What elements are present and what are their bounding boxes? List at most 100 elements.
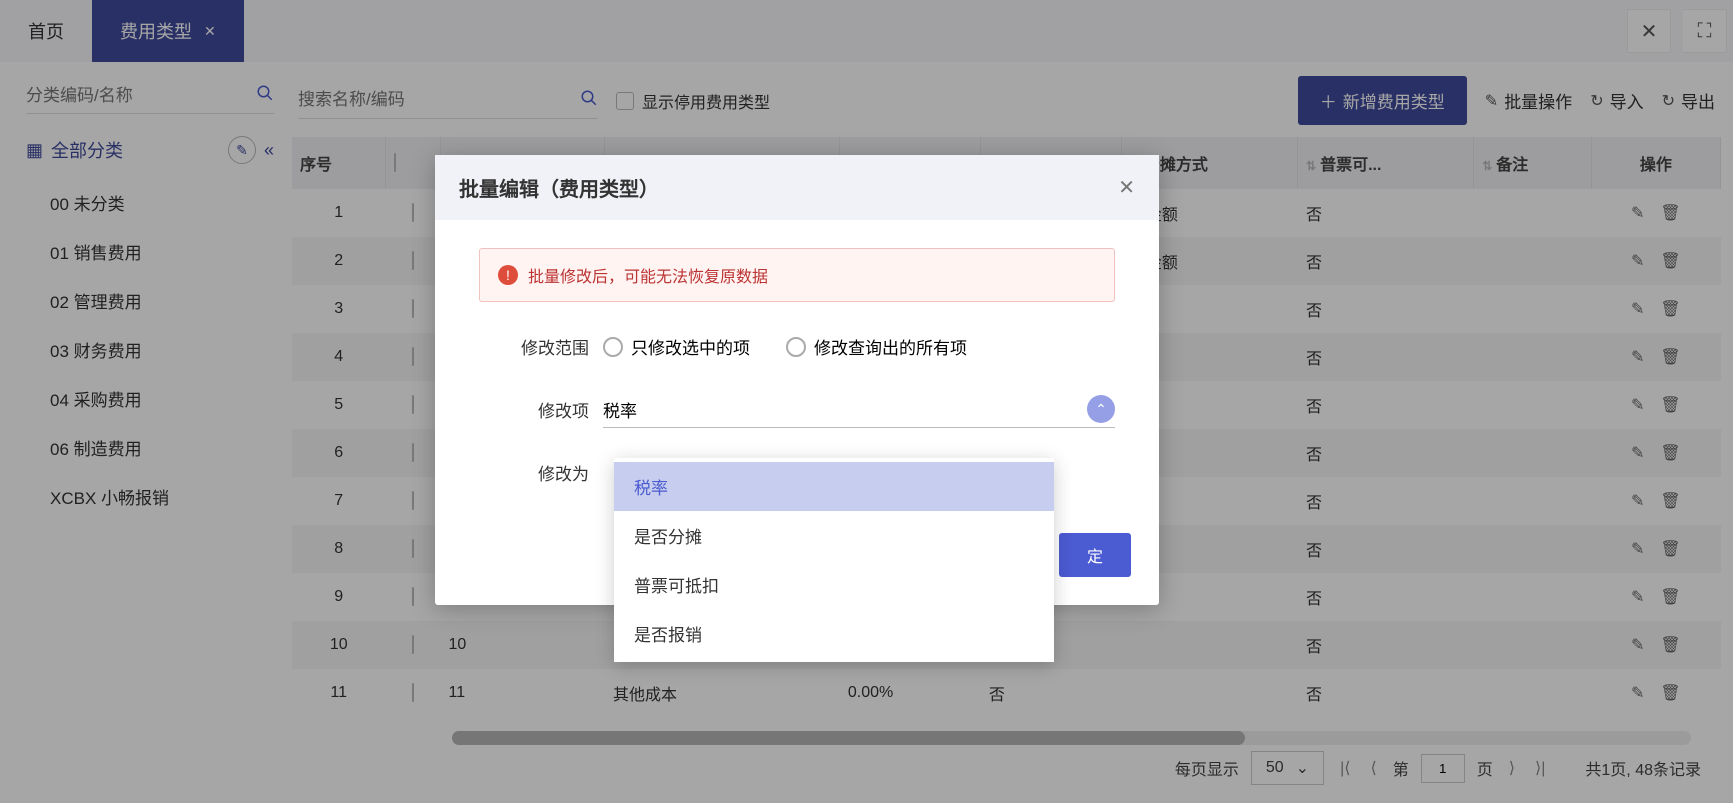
row-checkbox[interactable]	[386, 621, 440, 669]
delete-icon[interactable]: 🗑	[1660, 685, 1680, 702]
edit-icon[interactable]: ✎	[1631, 589, 1644, 606]
cell-remark	[1474, 237, 1591, 285]
col-idx: 序号	[292, 137, 386, 189]
scope-label: 修改范围	[479, 334, 589, 359]
scope-option-selected[interactable]: 只修改选中的项	[603, 334, 750, 359]
sidebar-item[interactable]: 03 财务费用	[26, 325, 274, 374]
warning-text: 批量修改后，可能无法恢复原数据	[528, 263, 768, 287]
edit-icon[interactable]: ✎	[1631, 685, 1644, 702]
delete-icon[interactable]: 🗑	[1660, 493, 1680, 510]
cell-idx: 7	[292, 477, 386, 525]
cell-split: 否	[980, 669, 1121, 717]
dropdown-item[interactable]: 是否分摊	[614, 511, 1054, 560]
next-page-icon[interactable]: ⟩	[1505, 754, 1519, 782]
new-fee-type-label: 新增费用类型	[1343, 88, 1445, 113]
field-dropdown: 税率 是否分摊 普票可抵扣 是否报销	[614, 458, 1054, 662]
per-page-select[interactable]: 50⌄	[1251, 751, 1324, 785]
checkbox-icon	[616, 92, 634, 110]
dropdown-item[interactable]: 普票可抵扣	[614, 560, 1054, 609]
scope-option-all[interactable]: 修改查询出的所有项	[786, 334, 967, 359]
sidebar-item[interactable]: 00 未分类	[26, 178, 274, 227]
show-disabled-checkbox[interactable]: 显示停用费用类型	[616, 89, 770, 113]
sidebar-item[interactable]: XCBX 小畅报销	[26, 472, 274, 521]
row-checkbox[interactable]	[386, 573, 440, 621]
field-select[interactable]: 税率 ⌃	[603, 391, 1115, 428]
delete-icon[interactable]: 🗑	[1660, 253, 1680, 270]
row-checkbox[interactable]	[386, 189, 440, 237]
delete-icon[interactable]: 🗑	[1660, 397, 1680, 414]
last-page-icon[interactable]: ⟩|	[1531, 754, 1549, 782]
edit-icon[interactable]: ✎	[1631, 397, 1644, 414]
edit-icon[interactable]: ✎	[1631, 349, 1644, 366]
delete-icon[interactable]: 🗑	[1660, 205, 1680, 222]
new-fee-type-button[interactable]: ＋ 新增费用类型	[1298, 76, 1467, 125]
edit-icon[interactable]: ✎	[1631, 445, 1644, 462]
row-checkbox[interactable]	[386, 285, 440, 333]
col-ticket[interactable]: ⇅普票可...	[1298, 137, 1474, 189]
search-input[interactable]	[298, 90, 580, 110]
collapse-icon[interactable]: «	[264, 140, 274, 161]
chevron-down-icon: ⌄	[1296, 758, 1309, 778]
confirm-button[interactable]: 定	[1059, 533, 1131, 577]
dropdown-item[interactable]: 税率	[614, 462, 1054, 511]
row-checkbox[interactable]	[386, 429, 440, 477]
sidebar-item[interactable]: 02 管理费用	[26, 276, 274, 325]
cell-remark	[1474, 189, 1591, 237]
import-link[interactable]: ↻导入	[1590, 88, 1643, 113]
sidebar-all-categories[interactable]: ▦ 全部分类 ✎ «	[26, 136, 274, 164]
cell-remark	[1474, 477, 1591, 525]
delete-icon[interactable]: 🗑	[1660, 445, 1680, 462]
delete-icon[interactable]: 🗑	[1660, 541, 1680, 558]
edit-icon[interactable]: ✎	[1631, 253, 1644, 270]
sidebar-item[interactable]: 01 销售费用	[26, 227, 274, 276]
col-remark[interactable]: ⇅备注	[1474, 137, 1591, 189]
warning-icon: !	[498, 265, 518, 285]
row-checkbox[interactable]	[386, 669, 440, 717]
export-link[interactable]: ↻导出	[1662, 88, 1715, 113]
cell-idx: 10	[292, 621, 386, 669]
tab-fee-type[interactable]: 费用类型 ✕	[92, 0, 244, 62]
cell-ticket: 否	[1298, 525, 1474, 573]
cell-ticket: 否	[1298, 285, 1474, 333]
row-checkbox[interactable]	[386, 237, 440, 285]
sidebar-item[interactable]: 04 采购费用	[26, 374, 274, 423]
tab-home[interactable]: 首页	[0, 0, 92, 62]
delete-icon[interactable]: 🗑	[1660, 301, 1680, 318]
edit-icon[interactable]: ✎	[228, 136, 256, 164]
delete-icon[interactable]: 🗑	[1660, 349, 1680, 366]
dropdown-item[interactable]: 是否报销	[614, 609, 1054, 658]
top-right: ✕ ⛶	[1627, 0, 1733, 62]
row-checkbox[interactable]	[386, 333, 440, 381]
edit-icon[interactable]: ✎	[1631, 301, 1644, 318]
cell-idx: 3	[292, 285, 386, 333]
search-icon[interactable]	[580, 89, 598, 112]
col-checkbox[interactable]	[386, 137, 440, 189]
show-disabled-label: 显示停用费用类型	[642, 89, 770, 113]
table-row[interactable]: 1111其他成本0.00%否否✎🗑	[292, 669, 1721, 717]
sidebar-item[interactable]: 06 制造费用	[26, 423, 274, 472]
close-workspace-icon[interactable]: ✕	[1627, 9, 1671, 53]
sidebar-search-input[interactable]	[26, 86, 256, 106]
edit-icon[interactable]: ✎	[1631, 205, 1644, 222]
cell-remark	[1474, 381, 1591, 429]
row-checkbox[interactable]	[386, 525, 440, 573]
row-checkbox[interactable]	[386, 477, 440, 525]
edit-icon[interactable]: ✎	[1631, 493, 1644, 510]
page-input[interactable]	[1421, 754, 1465, 783]
prev-page-icon[interactable]: ⟨	[1366, 754, 1380, 782]
close-icon[interactable]: ✕	[1118, 175, 1135, 200]
row-checkbox[interactable]	[386, 381, 440, 429]
delete-icon[interactable]: 🗑	[1660, 637, 1680, 654]
batch-operation-link[interactable]: ✎批量操作	[1485, 88, 1572, 113]
per-page-label: 每页显示	[1175, 756, 1239, 780]
delete-icon[interactable]: 🗑	[1660, 589, 1680, 606]
close-icon[interactable]: ✕	[204, 23, 216, 40]
tab-home-label: 首页	[28, 18, 64, 44]
search-icon[interactable]	[256, 84, 274, 107]
edit-icon[interactable]: ✎	[1631, 637, 1644, 654]
edit-icon[interactable]: ✎	[1631, 541, 1644, 558]
first-page-icon[interactable]: |⟨	[1336, 754, 1354, 782]
fullscreen-icon[interactable]: ⛶	[1683, 9, 1727, 53]
cell-ops: ✎🗑	[1591, 573, 1720, 621]
field-select-value: 税率	[603, 397, 1087, 422]
